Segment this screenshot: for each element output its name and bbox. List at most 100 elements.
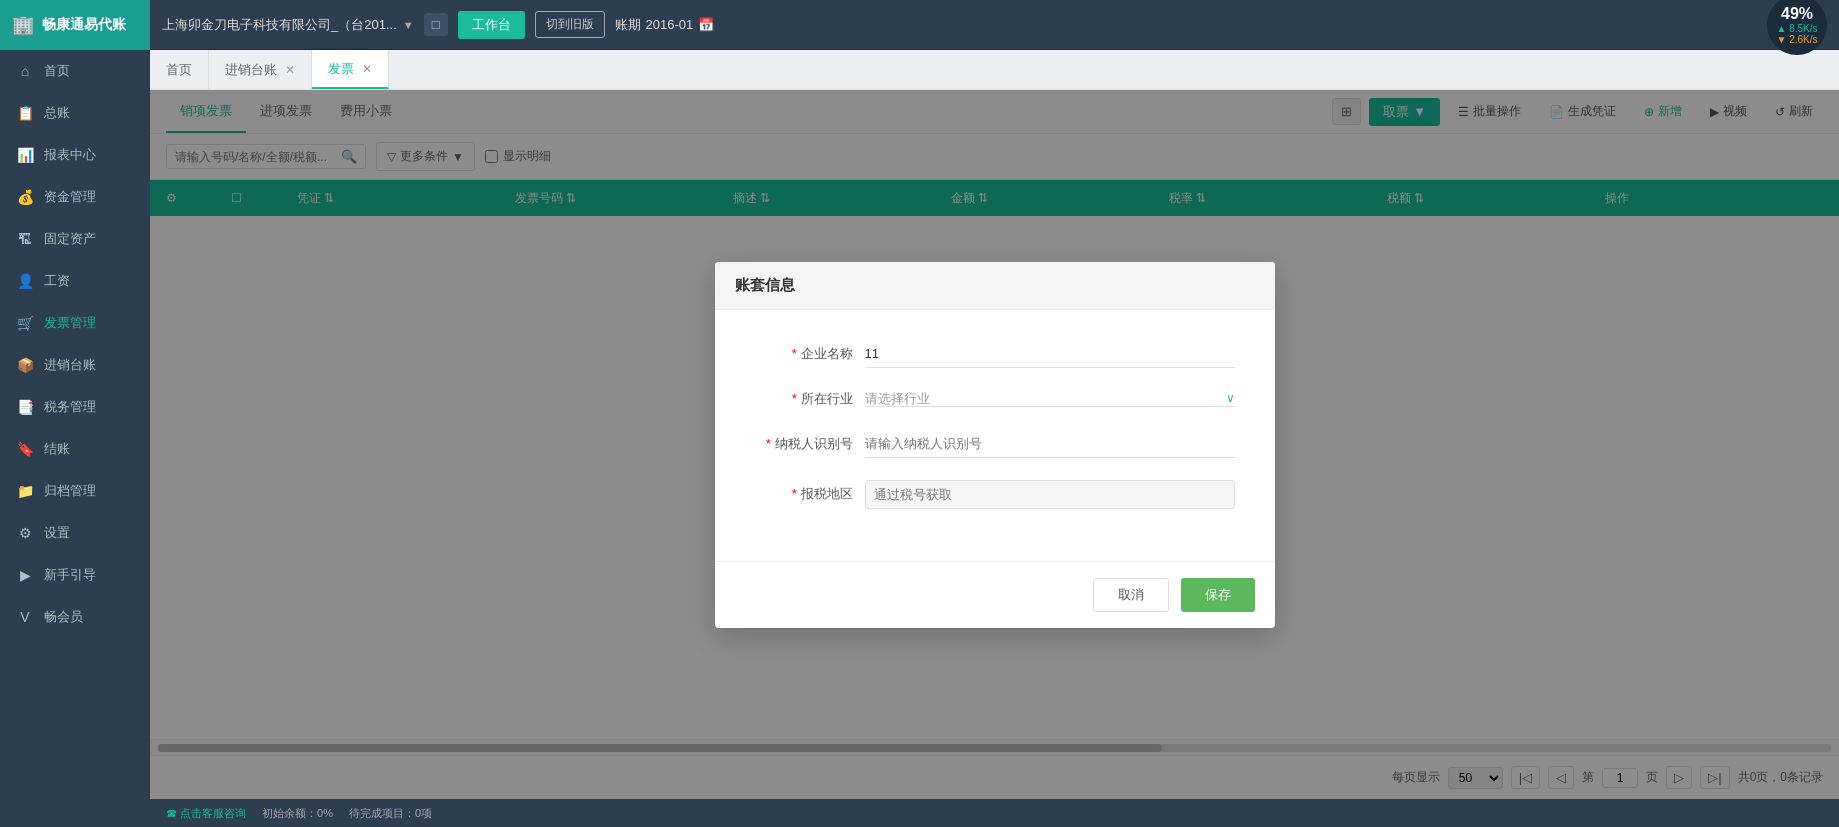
cancel-button[interactable]: 取消 <box>1093 578 1169 612</box>
sidebar-item-label: 总账 <box>44 104 70 122</box>
content-area: 销项发票 进项发票 费用小票 ⊞ 取票 ▼ ☰ 批量操作 <box>150 90 1839 799</box>
tab-purchase-close[interactable]: ✕ <box>285 63 295 77</box>
download-speed: ▼ 2.6K/s <box>1776 34 1817 45</box>
sidebar-item-label: 畅会员 <box>44 608 83 626</box>
sidebar-item-label: 归档管理 <box>44 482 96 500</box>
tax-region-input <box>865 480 1235 509</box>
period-value: 2016-01 <box>646 17 694 32</box>
period-display: 账期 2016-01 📅 <box>615 16 715 34</box>
workbench-button[interactable]: 工作台 <box>458 11 525 39</box>
sidebar-item-archive[interactable]: 📁 归档管理 <box>0 470 150 512</box>
main-content: 上海卯金刀电子科技有限公司_（台201... ▼ □ 工作台 切到旧版 账期 2… <box>150 0 1839 827</box>
industry-select[interactable]: 请选择行业 <box>865 391 1226 406</box>
modal-header: 账套信息 <box>715 262 1275 310</box>
company-selector[interactable]: 上海卯金刀电子科技有限公司_（台201... ▼ <box>162 16 414 34</box>
chevron-down-icon: ∨ <box>1226 391 1235 405</box>
tax-id-label: * 纳税人识别号 <box>755 435 865 453</box>
sidebar-item-label: 进销台账 <box>44 356 96 374</box>
sidebar-item-label: 新手引导 <box>44 566 96 584</box>
tab-invoice-label: 发票 <box>328 60 354 78</box>
sidebar-item-ledger[interactable]: 📋 总账 <box>0 92 150 134</box>
company-dropdown-icon: ▼ <box>403 19 414 31</box>
modal-body: * 企业名称 * 所在行业 <box>715 310 1275 561</box>
sidebar-item-label: 资金管理 <box>44 188 96 206</box>
sidebar-item-label: 工资 <box>44 272 70 290</box>
company-name-input[interactable] <box>865 340 1235 368</box>
upload-speed: ▲ 8.5K/s <box>1776 23 1817 34</box>
industry-label: * 所在行业 <box>755 390 865 408</box>
calendar-icon[interactable]: 📅 <box>698 17 714 32</box>
invoice-icon: 🛒 <box>16 315 34 331</box>
ledger-icon: 📋 <box>16 105 34 121</box>
tab-bar: 首页 进销台账 ✕ 发票 ✕ <box>150 50 1839 90</box>
sidebar-item-reports[interactable]: 📊 报表中心 <box>0 134 150 176</box>
customer-service-link[interactable]: ☎ 点击客服咨询 <box>166 806 246 821</box>
industry-row: * 所在行业 请选择行业 ∨ <box>755 390 1235 408</box>
modal-overlay[interactable]: 账套信息 * 企业名称 <box>150 90 1839 799</box>
modal: 账套信息 * 企业名称 <box>715 262 1275 628</box>
tax-region-label: * 报税地区 <box>755 485 865 503</box>
assets-icon: 🏗 <box>16 231 34 247</box>
sidebar-item-checkout[interactable]: 🔖 结账 <box>0 428 150 470</box>
tax-icon: 📑 <box>16 399 34 415</box>
network-status: 49% ▲ 8.5K/s ▼ 2.6K/s <box>1767 0 1827 55</box>
cpu-percent: 49% <box>1781 5 1813 23</box>
sidebar-item-member[interactable]: V 畅会员 <box>0 596 150 638</box>
tax-id-row: * 纳税人识别号 <box>755 430 1235 458</box>
tab-invoice[interactable]: 发票 ✕ <box>312 50 389 89</box>
tax-id-input[interactable] <box>865 430 1235 458</box>
sidebar: 🏢 畅康通易代账 ⌂ 首页 📋 总账 📊 报表中心 💰 资金管理 🏗 固定资产 … <box>0 0 150 827</box>
salary-icon: 👤 <box>16 273 34 289</box>
tab-purchase[interactable]: 进销台账 ✕ <box>209 50 312 89</box>
archive-icon: 📁 <box>16 483 34 499</box>
tab-purchase-label: 进销台账 <box>225 61 277 79</box>
tax-region-row: * 报税地区 <box>755 480 1235 509</box>
sidebar-item-label: 税务管理 <box>44 398 96 416</box>
status-bar: ☎ 点击客服咨询 初始余额：0% 待完成项目：0项 <box>150 799 1839 827</box>
tab-home-label: 首页 <box>166 61 192 79</box>
pending-info: 待完成项目：0项 <box>349 806 432 821</box>
sidebar-item-label: 报表中心 <box>44 146 96 164</box>
sidebar-item-guide[interactable]: ▶ 新手引导 <box>0 554 150 596</box>
modal-title: 账套信息 <box>735 276 795 293</box>
period-label: 账期 <box>615 16 641 34</box>
sidebar-item-label: 固定资产 <box>44 230 96 248</box>
guide-icon: ▶ <box>16 567 34 583</box>
sidebar-item-label: 首页 <box>44 62 70 80</box>
app-logo: 🏢 畅康通易代账 <box>0 0 150 50</box>
company-name: 上海卯金刀电子科技有限公司_（台201... <box>162 16 397 34</box>
copy-button[interactable]: □ <box>424 13 448 36</box>
required-mark: * <box>766 436 771 451</box>
reports-icon: 📊 <box>16 147 34 163</box>
network-speeds: ▲ 8.5K/s ▼ 2.6K/s <box>1776 23 1817 45</box>
required-mark: * <box>792 346 797 361</box>
switch-old-button[interactable]: 切到旧版 <box>535 11 605 38</box>
sidebar-item-purchase[interactable]: 📦 进销台账 <box>0 344 150 386</box>
sidebar-item-invoice[interactable]: 🛒 发票管理 <box>0 302 150 344</box>
modal-footer: 取消 保存 <box>715 561 1275 628</box>
member-icon: V <box>16 609 34 625</box>
company-name-label: * 企业名称 <box>755 345 865 363</box>
settings-icon: ⚙ <box>16 525 34 541</box>
sidebar-item-home[interactable]: ⌂ 首页 <box>0 50 150 92</box>
sidebar-item-label: 发票管理 <box>44 314 96 332</box>
required-mark: * <box>792 391 797 406</box>
checkout-icon: 🔖 <box>16 441 34 457</box>
sidebar-item-finance[interactable]: 💰 资金管理 <box>0 176 150 218</box>
sidebar-item-label: 结账 <box>44 440 70 458</box>
topbar-right: 49% ▲ 8.5K/s ▼ 2.6K/s <box>1767 0 1827 55</box>
save-button[interactable]: 保存 <box>1181 578 1255 612</box>
sidebar-item-settings[interactable]: ⚙ 设置 <box>0 512 150 554</box>
logo-icon: 🏢 <box>12 14 34 36</box>
sidebar-item-label: 设置 <box>44 524 70 542</box>
tab-home[interactable]: 首页 <box>150 50 209 89</box>
required-mark: * <box>792 486 797 501</box>
topbar: 上海卯金刀电子科技有限公司_（台201... ▼ □ 工作台 切到旧版 账期 2… <box>150 0 1839 50</box>
sidebar-item-salary[interactable]: 👤 工资 <box>0 260 150 302</box>
sidebar-item-tax[interactable]: 📑 税务管理 <box>0 386 150 428</box>
sidebar-item-assets[interactable]: 🏗 固定资产 <box>0 218 150 260</box>
company-name-row: * 企业名称 <box>755 340 1235 368</box>
balance-info: 初始余额：0% <box>262 806 333 821</box>
industry-select-wrap[interactable]: 请选择行业 ∨ <box>865 391 1235 407</box>
tab-invoice-close[interactable]: ✕ <box>362 62 372 76</box>
